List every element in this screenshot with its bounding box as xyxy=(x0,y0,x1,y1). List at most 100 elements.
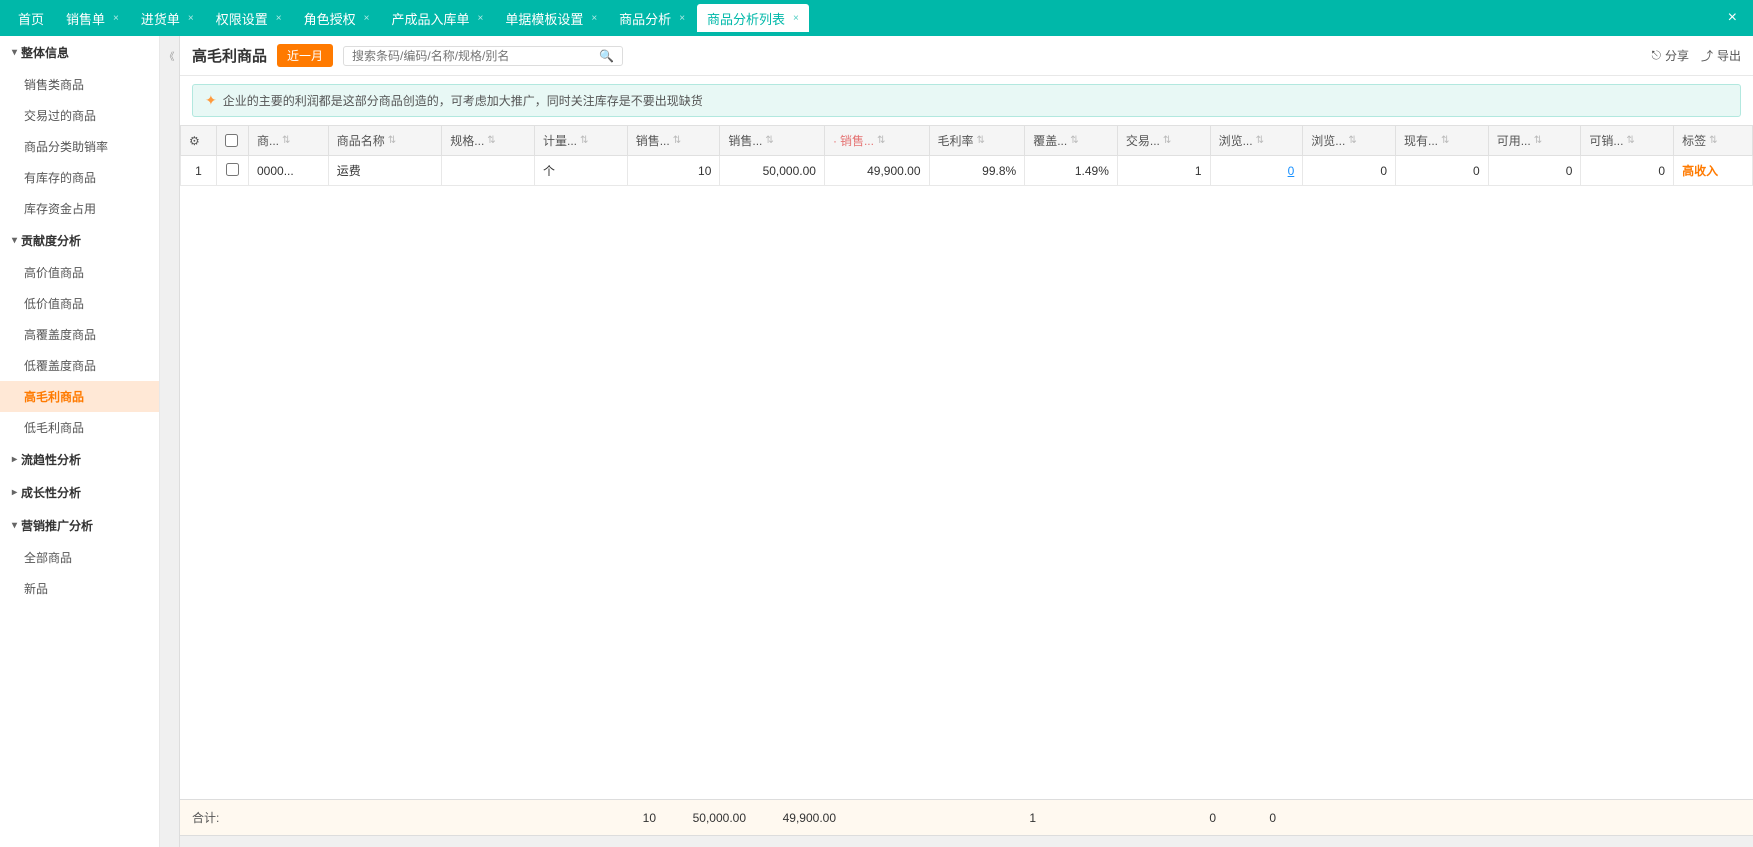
col-coverage[interactable]: 覆盖...⇅ xyxy=(1025,126,1118,156)
close-icon[interactable]: × xyxy=(276,13,282,24)
close-icon[interactable]: × xyxy=(113,13,119,24)
chevron-right-icon: ▸ xyxy=(12,454,17,465)
share-button[interactable]: ⎋ 分享 xyxy=(1651,47,1689,64)
data-table-container[interactable]: ⚙ 商...⇅ 商品名称⇅ 规格...⇅ xyxy=(180,125,1753,799)
sidebar-item-high-value[interactable]: 高价值商品 xyxy=(0,257,159,288)
cell-index: 1 xyxy=(181,156,217,186)
export-button[interactable]: ⤴ 导出 xyxy=(1701,47,1741,64)
cell-checkbox[interactable] xyxy=(217,156,249,186)
nav-item-role[interactable]: 角色授权 × xyxy=(294,4,380,32)
footer-cells: 10 50,000.00 49,900.00 1 0 0 xyxy=(264,811,1741,825)
sidebar-group-marketing[interactable]: ▾ 营销推广分析 xyxy=(0,509,159,542)
col-spec[interactable]: 规格...⇅ xyxy=(442,126,535,156)
col-checkbox[interactable] xyxy=(217,126,249,156)
cell-unit: 个 xyxy=(534,156,627,186)
sort-icon: ⇅ xyxy=(977,135,985,146)
filter-button[interactable]: 近一月 xyxy=(277,44,333,67)
info-banner: ✦ 企业的主要的利润都是这部分商品创造的，可考虑加大推广，同时关注库存是不要出现… xyxy=(192,84,1741,117)
search-input[interactable] xyxy=(352,49,595,63)
cell-current-stock: 0 xyxy=(1396,156,1489,186)
close-icon[interactable]: × xyxy=(364,13,370,24)
footer-available: 0 xyxy=(1224,811,1284,825)
col-sales-profit[interactable]: ·销售...⇅ xyxy=(824,126,929,156)
close-icon[interactable]: × xyxy=(591,13,597,24)
nav-item-home[interactable]: 首页 xyxy=(8,4,54,32)
sidebar-item-instock-goods[interactable]: 有库存的商品 xyxy=(0,162,159,193)
sidebar-item-stock-capital[interactable]: 库存资金占用 xyxy=(0,193,159,224)
sidebar-group-overall[interactable]: ▾ 整体信息 xyxy=(0,36,159,69)
cell-tag: 高收入 xyxy=(1674,156,1753,186)
sort-icon: ⇅ xyxy=(673,135,681,146)
nav-item-template[interactable]: 单据模板设置 × xyxy=(495,4,607,32)
browse1-link[interactable]: 0 xyxy=(1288,164,1295,178)
footer-sales-amount: 50,000.00 xyxy=(664,811,754,825)
col-sellable[interactable]: 可销...⇅ xyxy=(1581,126,1674,156)
content-area: 高毛利商品 近一月 🔍 ⎋ 分享 ⤴ 导出 ✦ 企业的主要的利润都是这部分商品创… xyxy=(180,36,1753,847)
sort-icon: ⇅ xyxy=(1626,135,1634,146)
nav-item-sales[interactable]: 销售单 × xyxy=(56,4,129,32)
sidebar-item-category-assist[interactable]: 商品分类助销率 xyxy=(0,131,159,162)
footer-sales-qty: 10 xyxy=(584,811,664,825)
sidebar-item-sales-goods[interactable]: 销售类商品 xyxy=(0,69,159,100)
close-icon[interactable]: × xyxy=(679,13,685,24)
sidebar-item-low-coverage[interactable]: 低覆盖度商品 xyxy=(0,350,159,381)
sidebar-item-traded-goods[interactable]: 交易过的商品 xyxy=(0,100,159,131)
sort-icon: ⇅ xyxy=(282,135,290,146)
col-code[interactable]: 商...⇅ xyxy=(249,126,329,156)
sidebar-item-high-margin[interactable]: 高毛利商品 xyxy=(0,381,159,412)
sort-icon: ⇅ xyxy=(1256,135,1264,146)
row-checkbox[interactable] xyxy=(226,163,239,176)
close-icon[interactable]: × xyxy=(793,13,799,24)
sidebar-item-all-goods[interactable]: 全部商品 xyxy=(0,542,159,573)
cell-browse1[interactable]: 0 xyxy=(1210,156,1303,186)
nav-item-purchase[interactable]: 进货单 × xyxy=(131,4,204,32)
col-available[interactable]: 可用...⇅ xyxy=(1488,126,1581,156)
cell-coverage: 1.49% xyxy=(1025,156,1118,186)
col-name[interactable]: 商品名称⇅ xyxy=(328,126,442,156)
sort-icon: ⇅ xyxy=(1534,135,1542,146)
close-icon[interactable]: × xyxy=(188,13,194,24)
col-unit[interactable]: 计量...⇅ xyxy=(534,126,627,156)
sort-icon: ⇅ xyxy=(1070,135,1078,146)
sort-icon: ⇅ xyxy=(877,135,885,146)
col-margin-rate[interactable]: 毛利率⇅ xyxy=(929,126,1025,156)
search-icon[interactable]: 🔍 xyxy=(599,49,614,63)
nav-item-analysis-list[interactable]: 商品分析列表 × xyxy=(697,4,809,32)
info-icon: ✦ xyxy=(205,92,217,109)
col-browse2[interactable]: 浏览...⇅ xyxy=(1303,126,1396,156)
col-browse1[interactable]: 浏览...⇅ xyxy=(1210,126,1303,156)
sidebar-item-new-goods[interactable]: 新品 xyxy=(0,573,159,604)
sidebar-item-low-margin[interactable]: 低毛利商品 xyxy=(0,412,159,443)
cell-sales-profit: 49,900.00 xyxy=(824,156,929,186)
chevron-down-icon: ▾ xyxy=(12,235,17,246)
nav-item-product-instock[interactable]: 产成品入库单 × xyxy=(381,4,493,32)
col-tag[interactable]: 标签⇅ xyxy=(1674,126,1753,156)
horizontal-scrollbar[interactable] xyxy=(180,835,1753,847)
col-settings[interactable]: ⚙ xyxy=(181,126,217,156)
cell-margin-rate: 99.8% xyxy=(929,156,1025,186)
sidebar-group-trend[interactable]: ▸ 流趋性分析 xyxy=(0,443,159,476)
sidebar-group-growth[interactable]: ▸ 成长性分析 xyxy=(0,476,159,509)
export-icon: ⤴ xyxy=(1701,47,1713,64)
close-icon[interactable]: × xyxy=(477,13,483,24)
sort-icon: ⇅ xyxy=(1163,135,1171,146)
chevron-down-icon: ▾ xyxy=(12,47,17,58)
select-all-checkbox[interactable] xyxy=(225,134,238,147)
close-all-button[interactable]: × xyxy=(1720,9,1745,27)
chevron-down-icon: ▾ xyxy=(12,520,17,531)
nav-item-analysis[interactable]: 商品分析 × xyxy=(609,4,695,32)
sidebar-collapse-button[interactable]: 《 xyxy=(160,36,180,847)
cell-code: 0000... xyxy=(249,156,329,186)
table-row: 1 0000... 运费 xyxy=(181,156,1753,186)
col-sales-amount[interactable]: 销售...⇅ xyxy=(720,126,825,156)
col-sales-qty[interactable]: 销售...⇅ xyxy=(627,126,720,156)
sidebar-group-contribution[interactable]: ▾ 贡献度分析 xyxy=(0,224,159,257)
footer-total-row: 合计: 10 50,000.00 49,900.00 1 0 0 xyxy=(180,799,1753,835)
footer-label: 合计: xyxy=(192,809,252,826)
col-current-stock[interactable]: 现有...⇅ xyxy=(1396,126,1489,156)
nav-item-permission[interactable]: 权限设置 × xyxy=(206,4,292,32)
sidebar-item-low-value[interactable]: 低价值商品 xyxy=(0,288,159,319)
sidebar-item-high-coverage[interactable]: 高覆盖度商品 xyxy=(0,319,159,350)
sort-icon: ⇅ xyxy=(1709,135,1717,146)
col-trade-count[interactable]: 交易...⇅ xyxy=(1117,126,1210,156)
